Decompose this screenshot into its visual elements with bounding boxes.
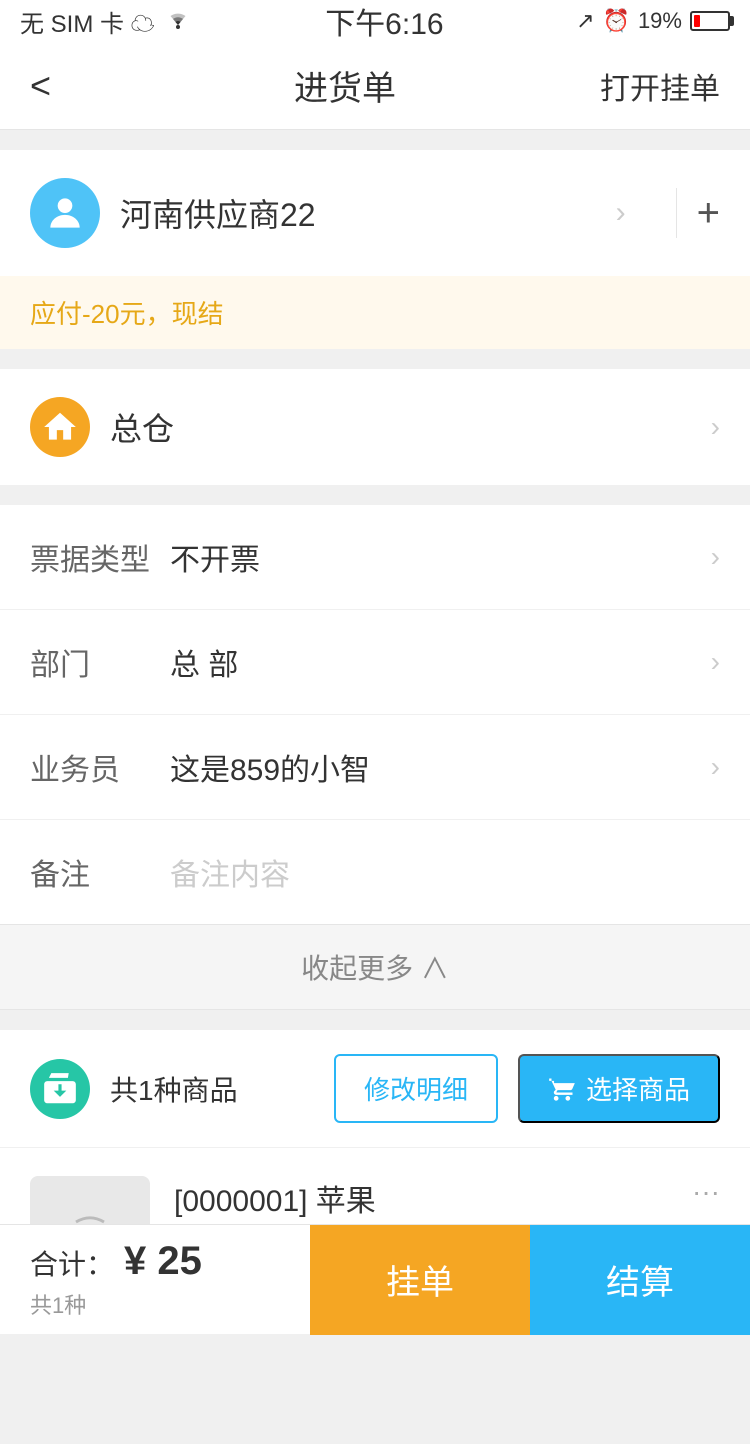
status-bar: 无 SIM 卡 ☁ 下午6:16 ↗ ⏰ 19% xyxy=(0,0,750,42)
product-name: [0000001] 苹果 xyxy=(174,1176,668,1220)
total-amount: ¥ 25 xyxy=(124,1239,202,1284)
department-value: 总 部 xyxy=(170,640,711,684)
form-section: 票据类型 不开票 › 部门 总 部 › 业务员 这是859的小智 › 备注 备注… xyxy=(0,505,750,924)
remark-row[interactable]: 备注 备注内容 xyxy=(0,820,750,924)
total-section: 合计： ¥ 25 共1种 xyxy=(0,1239,310,1320)
location-icon: ↗ xyxy=(576,8,594,34)
supplier-avatar xyxy=(30,178,100,248)
alarm-icon: ⏰ xyxy=(603,8,630,34)
invoice-row[interactable]: 票据类型 不开票 › xyxy=(0,505,750,610)
supplier-name: 河南供应商22 xyxy=(120,190,616,236)
invoice-chevron-icon: › xyxy=(711,541,720,573)
battery-percentage: 19% xyxy=(638,8,682,34)
nav-bar: < 进货单 打开挂单 xyxy=(0,42,750,130)
department-chevron-icon: › xyxy=(711,646,720,678)
select-product-label: 选择商品 xyxy=(586,1070,690,1107)
product-more-button[interactable]: ··· xyxy=(692,1176,720,1208)
gap-4 xyxy=(0,1010,750,1030)
warehouse-name: 总仓 xyxy=(110,404,711,450)
salesperson-label: 业务员 xyxy=(30,745,170,789)
status-bar-left: 无 SIM 卡 ☁ xyxy=(20,4,193,39)
total-count: 共1种 xyxy=(30,1288,280,1320)
warehouse-chevron-icon: › xyxy=(711,411,720,443)
bottom-bar: 合计： ¥ 25 共1种 挂单 结算 xyxy=(0,1224,750,1334)
time-display: 下午6:16 xyxy=(325,0,443,43)
warehouse-section: 总仓 › xyxy=(0,369,750,485)
collapse-bar[interactable]: 收起更多 ∧ xyxy=(0,924,750,1010)
total-text: 合计： xyxy=(30,1243,114,1283)
warehouse-icon xyxy=(30,397,90,457)
invoice-value: 不开票 xyxy=(170,535,711,579)
department-label: 部门 xyxy=(30,640,170,684)
total-label: 合计： ¥ 25 xyxy=(30,1239,280,1284)
back-button[interactable]: < xyxy=(30,65,90,107)
products-icon xyxy=(30,1059,90,1119)
battery-icon xyxy=(690,11,730,31)
supplier-chevron-icon: › xyxy=(616,196,626,230)
warehouse-row[interactable]: 总仓 › xyxy=(0,369,750,485)
status-bar-right: ↗ ⏰ 19% xyxy=(576,8,730,34)
open-hang-button[interactable]: 打开挂单 xyxy=(600,64,720,108)
add-supplier-button[interactable]: + xyxy=(697,191,720,236)
checkout-button[interactable]: 结算 xyxy=(530,1225,750,1335)
remark-label: 备注 xyxy=(30,850,170,894)
supplier-row[interactable]: 河南供应商22 › + xyxy=(0,150,750,276)
salesperson-row[interactable]: 业务员 这是859的小智 › xyxy=(0,715,750,820)
hang-button[interactable]: 挂单 xyxy=(310,1225,530,1335)
salesperson-chevron-icon: › xyxy=(711,751,720,783)
products-header: 共1种商品 修改明细 选择商品 xyxy=(0,1030,750,1147)
supplier-section: 河南供应商22 › + 应付-20元，现结 xyxy=(0,150,750,349)
gap-1 xyxy=(0,130,750,150)
edit-detail-button[interactable]: 修改明细 xyxy=(334,1054,498,1123)
page-title: 进货单 xyxy=(294,61,396,110)
select-product-button[interactable]: 选择商品 xyxy=(518,1054,720,1123)
department-row[interactable]: 部门 总 部 › xyxy=(0,610,750,715)
remark-input[interactable]: 备注内容 xyxy=(170,850,720,894)
salesperson-value: 这是859的小智 xyxy=(170,745,711,789)
invoice-label: 票据类型 xyxy=(30,535,170,579)
cart-icon xyxy=(548,1075,576,1103)
sim-text: 无 SIM 卡 ☁ xyxy=(20,4,155,39)
wifi-icon xyxy=(163,7,193,36)
notice-bar: 应付-20元，现结 xyxy=(0,276,750,349)
products-count: 共1种商品 xyxy=(110,1069,314,1109)
gap-2 xyxy=(0,349,750,369)
divider xyxy=(676,188,677,238)
gap-3 xyxy=(0,485,750,505)
